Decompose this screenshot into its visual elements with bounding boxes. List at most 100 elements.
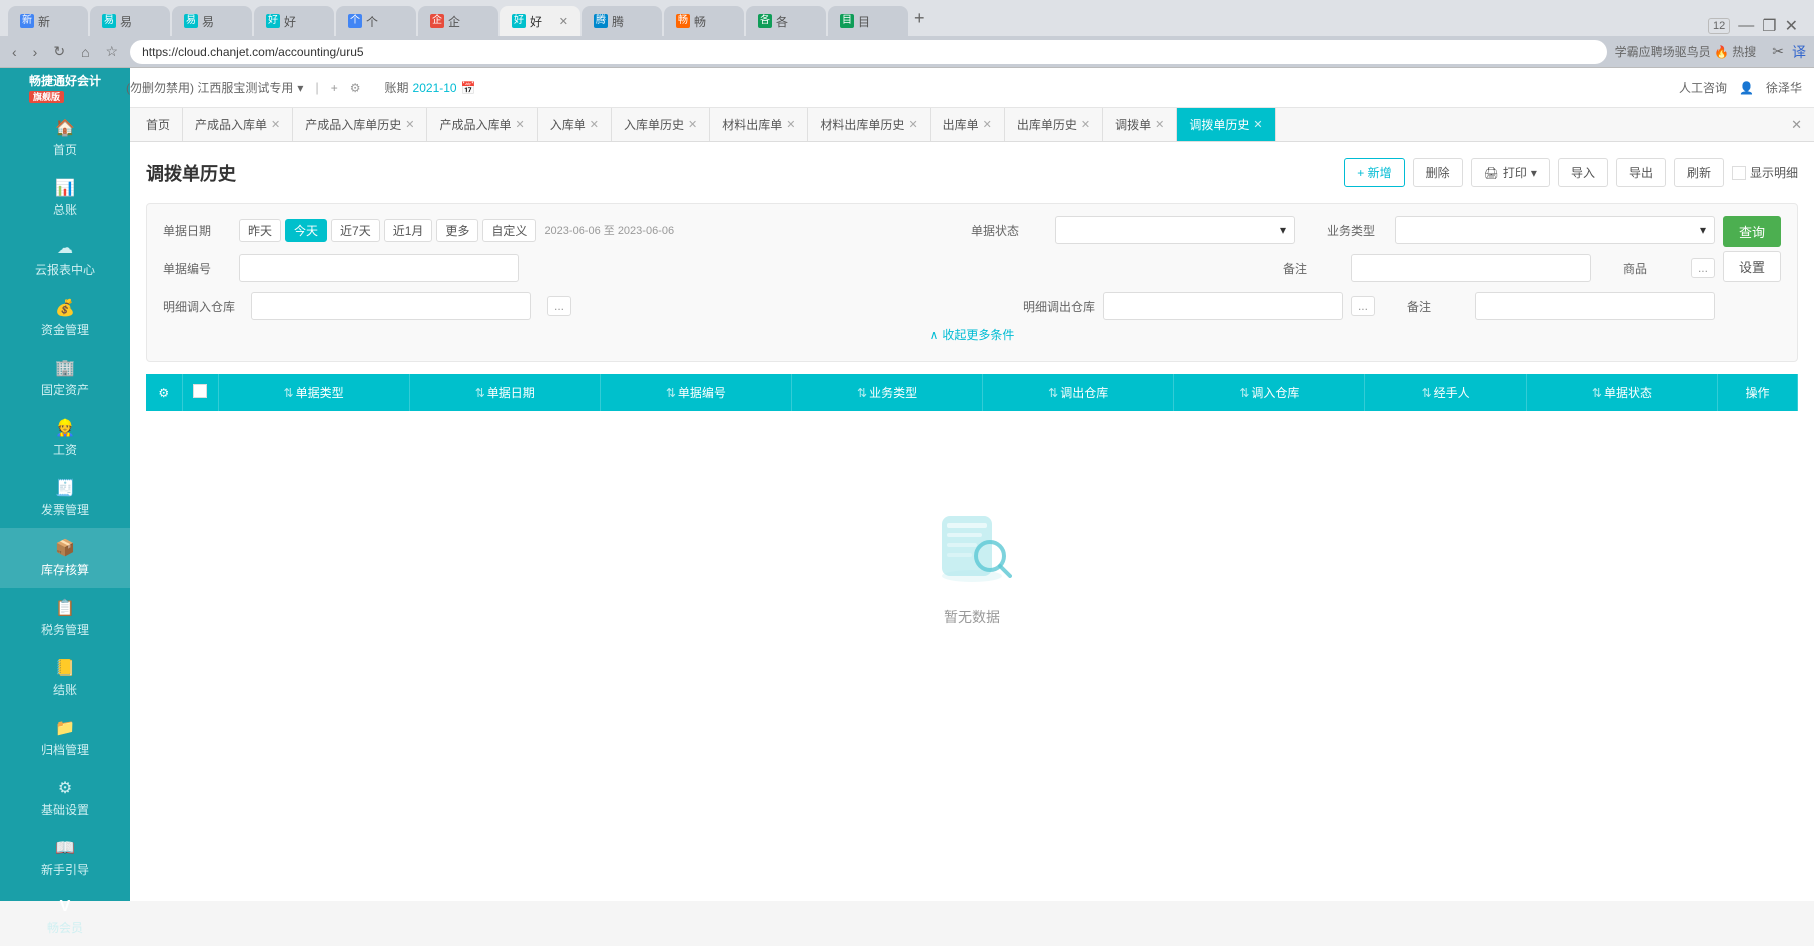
page-tab-home[interactable]: 首页 bbox=[134, 108, 183, 141]
wh-in-input[interactable] bbox=[251, 292, 531, 320]
sidebar-item-archive[interactable]: 📁 归档管理 bbox=[0, 708, 130, 768]
import-btn[interactable]: 导入 bbox=[1558, 158, 1608, 187]
wh-out-ellipsis[interactable]: ... bbox=[1351, 296, 1375, 316]
refresh-browser-btn[interactable]: ↻ bbox=[49, 41, 69, 62]
browser-tab-9[interactable]: 各 各 bbox=[746, 6, 826, 36]
sidebar-item-cloud[interactable]: ☁ 云报表中心 bbox=[0, 228, 130, 288]
new-btn[interactable]: + 新增 bbox=[1344, 158, 1404, 187]
close-icon[interactable]: ✕ bbox=[1081, 118, 1090, 131]
sidebar-item-closeout[interactable]: 📒 结账 bbox=[0, 648, 130, 708]
sidebar-item-inventory[interactable]: 📦 库存核算 bbox=[0, 528, 130, 588]
show-cols-checkbox[interactable] bbox=[1732, 166, 1746, 180]
browser-tab-7[interactable]: 腾 腾 bbox=[582, 6, 662, 36]
table-header-status[interactable]: ⇅单据状态 bbox=[1526, 374, 1717, 411]
goods-ellipsis[interactable]: ... bbox=[1691, 258, 1715, 278]
close-icon[interactable]: ✕ bbox=[1253, 118, 1262, 131]
sidebar-item-salary[interactable]: 👷 工资 bbox=[0, 408, 130, 468]
star-btn[interactable]: ☆ bbox=[102, 41, 123, 62]
date-opt-yesterday[interactable]: 昨天 bbox=[239, 219, 281, 242]
query-btn[interactable]: 查询 bbox=[1723, 216, 1781, 247]
home-btn[interactable]: ⌂ bbox=[77, 42, 93, 62]
minimize-icon[interactable]: — bbox=[1738, 17, 1754, 35]
remark2-input[interactable] bbox=[1475, 292, 1715, 320]
date-opt-7days[interactable]: 近7天 bbox=[331, 219, 380, 242]
close-icon[interactable]: ✕ bbox=[271, 118, 280, 131]
close-icon[interactable]: ✕ bbox=[590, 118, 599, 131]
new-tab-btn[interactable]: + bbox=[914, 8, 925, 29]
maximize-icon[interactable]: ❐ bbox=[1762, 16, 1776, 36]
table-header-checkbox[interactable] bbox=[182, 374, 218, 411]
table-header-date[interactable]: ⇅单据日期 bbox=[409, 374, 600, 411]
status-select[interactable]: ▾ bbox=[1055, 216, 1295, 244]
translate-icon[interactable]: 译 bbox=[1792, 42, 1806, 62]
sidebar-item-home[interactable]: 🏠 首页 bbox=[0, 108, 130, 168]
browser-tab-0[interactable]: 新 新 bbox=[8, 6, 88, 36]
table-header-type[interactable]: ⇅单据类型 bbox=[218, 374, 409, 411]
date-opt-custom[interactable]: 自定义 bbox=[482, 219, 536, 242]
page-tab-product-in-hist[interactable]: 产成品入库单历史 ✕ bbox=[293, 108, 427, 141]
print-dropdown-icon[interactable]: ▾ bbox=[1531, 166, 1537, 180]
browser-tab-3[interactable]: 好 好 bbox=[254, 6, 334, 36]
close-icon[interactable]: ✕ bbox=[1155, 118, 1164, 131]
settings-icon[interactable]: ⚙ bbox=[350, 81, 361, 95]
browser-tab-1[interactable]: 易 易 bbox=[90, 6, 170, 36]
show-cols-toggle[interactable]: 显示明细 bbox=[1732, 164, 1798, 181]
customer-service[interactable]: 人工咨询 bbox=[1679, 79, 1727, 96]
biz-type-select[interactable]: ▾ bbox=[1395, 216, 1715, 244]
page-tab-outbound[interactable]: 出库单 ✕ bbox=[931, 108, 1005, 141]
collapse-row[interactable]: ∧ 收起更多条件 bbox=[163, 320, 1781, 349]
page-tab-product-in2[interactable]: 产成品入库单 ✕ bbox=[427, 108, 537, 141]
close-icon[interactable]: ✕ bbox=[786, 118, 795, 131]
gear-icon[interactable]: ⚙ bbox=[158, 386, 169, 400]
sidebar-item-tax[interactable]: 📋 税务管理 bbox=[0, 588, 130, 648]
filter-settings-btn[interactable]: 设置 bbox=[1723, 251, 1781, 282]
close-icon[interactable]: ✕ bbox=[516, 118, 525, 131]
add-company-btn[interactable]: + bbox=[331, 81, 338, 95]
doc-no-input[interactable] bbox=[239, 254, 519, 282]
browser-tab-4[interactable]: 个 个 bbox=[336, 6, 416, 36]
close-icon[interactable]: ✕ bbox=[559, 15, 568, 28]
date-opt-1month[interactable]: 近1月 bbox=[384, 219, 433, 242]
print-btn[interactable]: 🖨 打印 ▾ bbox=[1471, 158, 1550, 187]
address-input[interactable] bbox=[130, 40, 1607, 64]
forward-btn[interactable]: › bbox=[29, 42, 42, 62]
date-opt-more[interactable]: 更多 bbox=[436, 219, 478, 242]
browser-tab-6[interactable]: 好 好 ✕ bbox=[500, 6, 580, 36]
page-tab-receipt[interactable]: 入库单 ✕ bbox=[538, 108, 612, 141]
table-header-no[interactable]: ⇅单据编号 bbox=[600, 374, 791, 411]
close-icon[interactable]: ✕ bbox=[908, 118, 917, 131]
browser-tab-8[interactable]: 畅 畅 bbox=[664, 6, 744, 36]
table-header-in-wh[interactable]: ⇅调入仓库 bbox=[1174, 374, 1365, 411]
sidebar-item-invoice[interactable]: 🧾 发票管理 bbox=[0, 468, 130, 528]
company-selector[interactable]: (勿删勿禁用) 江西服宝测试专用 ▾ bbox=[126, 79, 303, 96]
table-header-out-wh[interactable]: ⇅调出仓库 bbox=[983, 374, 1174, 411]
search-box[interactable]: 学霸应聘场驱鸟员 🔥 热搜 bbox=[1615, 43, 1757, 60]
back-btn[interactable]: ‹ bbox=[8, 42, 21, 62]
sidebar-item-assets[interactable]: 🏢 固定资产 bbox=[0, 348, 130, 408]
page-tab-transfer[interactable]: 调拨单 ✕ bbox=[1103, 108, 1177, 141]
page-tab-outbound-hist[interactable]: 出库单历史 ✕ bbox=[1005, 108, 1103, 141]
page-tab-transfer-hist[interactable]: 调拨单历史 ✕ bbox=[1177, 108, 1275, 141]
table-header-gear[interactable]: ⚙ bbox=[146, 374, 182, 411]
page-tab-receipt-hist[interactable]: 入库单历史 ✕ bbox=[612, 108, 710, 141]
page-tab-material-out[interactable]: 材料出库单 ✕ bbox=[710, 108, 808, 141]
browser-tab-2[interactable]: 易 易 bbox=[172, 6, 252, 36]
sidebar-item-settings[interactable]: ⚙ 基础设置 bbox=[0, 768, 130, 828]
close-all-tabs-btn[interactable]: ✕ bbox=[1783, 117, 1810, 133]
close-icon[interactable]: ✕ bbox=[983, 118, 992, 131]
table-header-handler[interactable]: ⇅经手人 bbox=[1365, 374, 1526, 411]
sidebar-item-guide[interactable]: 📖 新手引导 bbox=[0, 828, 130, 888]
close-icon[interactable]: ✕ bbox=[688, 118, 697, 131]
delete-btn[interactable]: 删除 bbox=[1413, 158, 1463, 187]
remark-input[interactable] bbox=[1351, 254, 1591, 282]
browser-tab-10[interactable]: 目 目 bbox=[828, 6, 908, 36]
wh-out-input[interactable] bbox=[1103, 292, 1343, 320]
sidebar-item-ledger[interactable]: 📊 总账 bbox=[0, 168, 130, 228]
date-opt-today[interactable]: 今天 bbox=[285, 219, 327, 242]
browser-tab-5[interactable]: 企 企 bbox=[418, 6, 498, 36]
wh-in-ellipsis[interactable]: ... bbox=[547, 296, 571, 316]
calendar-icon[interactable]: 📅 bbox=[461, 81, 476, 95]
select-all-checkbox[interactable] bbox=[193, 384, 207, 398]
close-icon[interactable]: ✕ bbox=[405, 118, 414, 131]
table-header-biz-type[interactable]: ⇅业务类型 bbox=[791, 374, 982, 411]
